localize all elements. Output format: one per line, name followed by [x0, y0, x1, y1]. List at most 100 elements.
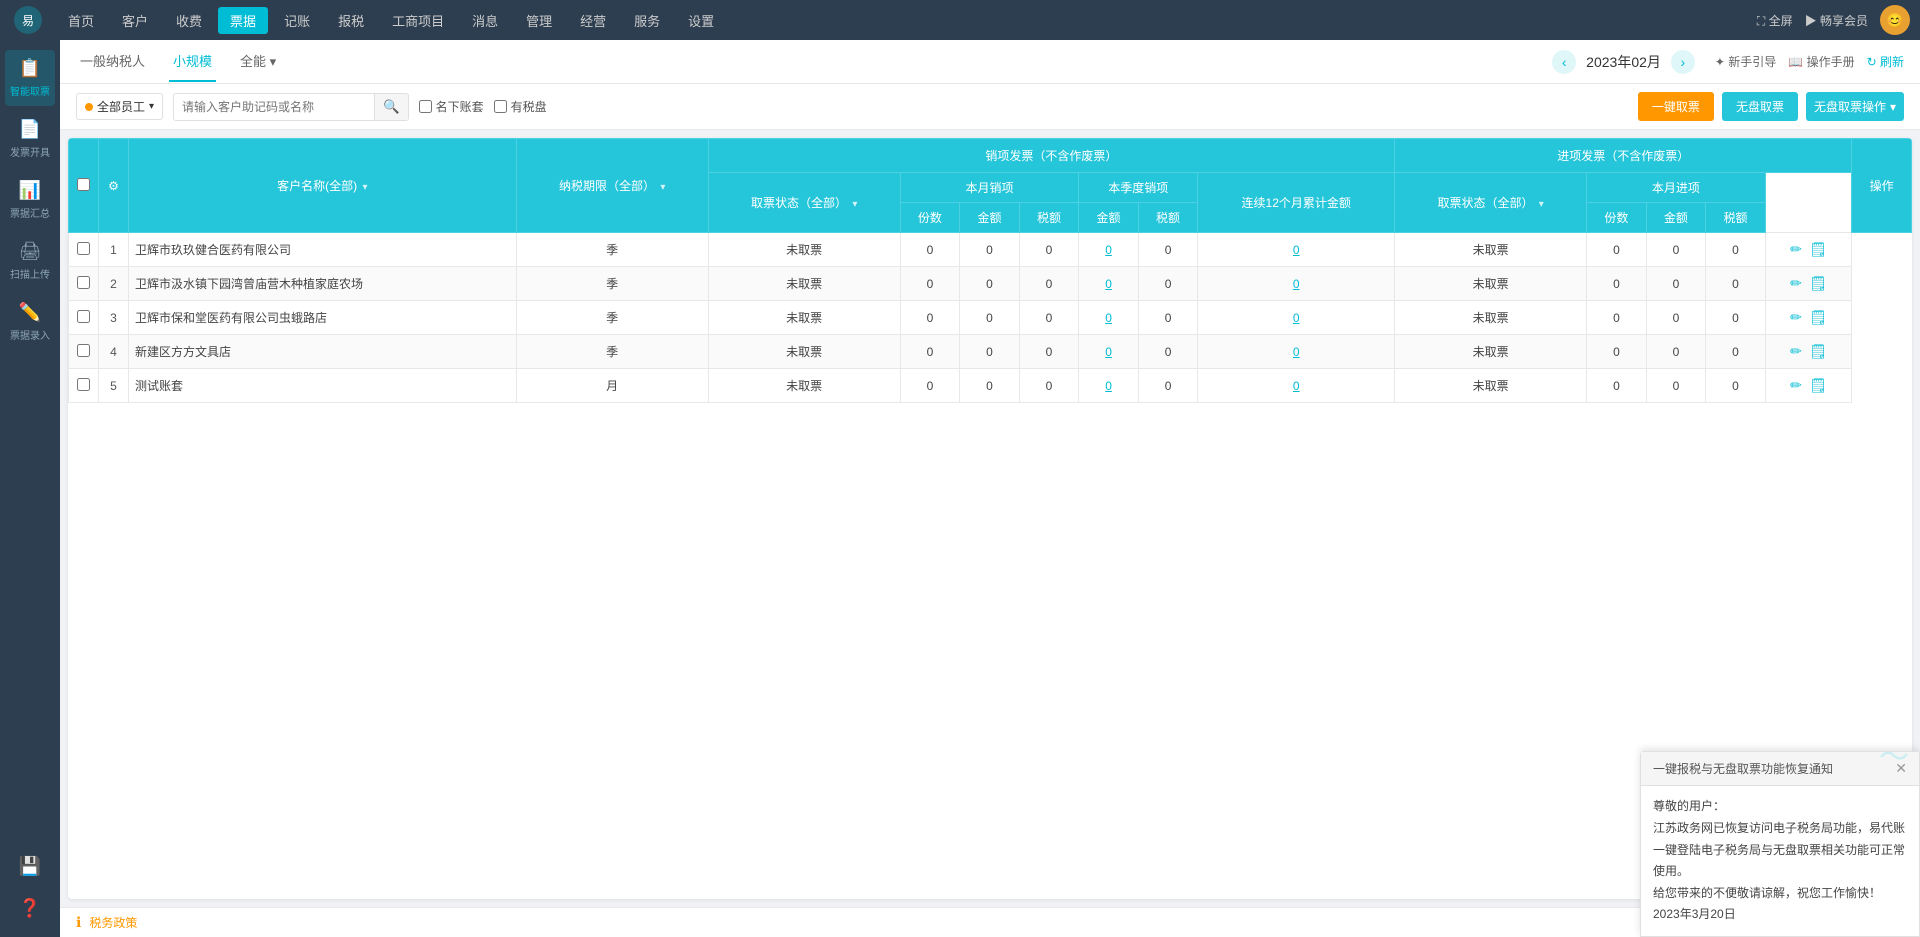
consecutive12-link[interactable]: 0 [1293, 345, 1300, 359]
row-checkbox[interactable] [77, 310, 90, 323]
sales-fetch-filter-icon[interactable]: ▾ [852, 199, 857, 210]
input-fetch-filter-icon[interactable]: ▾ [1539, 199, 1544, 210]
nav-service[interactable]: 服务 [622, 7, 672, 34]
sales-quarter-amount-link[interactable]: 0 [1105, 277, 1112, 291]
sidebar-item-smart-fetch[interactable]: 📋 智能取票 [5, 50, 55, 106]
row-sales-month-count: 0 [900, 369, 960, 403]
tab-all[interactable]: 全能 ▾ [236, 41, 280, 82]
sidebar-item-open-invoice[interactable]: 📄 发票开具 [5, 111, 55, 167]
search-box: 🔍 [173, 93, 409, 121]
next-date-btn[interactable]: › [1671, 50, 1695, 74]
tax-disk-checkbox[interactable]: 有税盘 [494, 98, 547, 115]
nav-message[interactable]: 消息 [460, 7, 510, 34]
row-index: 4 [99, 335, 129, 369]
employee-select[interactable]: 全部员工 ▾ [76, 93, 163, 120]
top-nav-right: ⛶ 全屏 ▶ 畅享会员 😊 [1757, 5, 1910, 35]
consecutive12-link[interactable]: 0 [1293, 277, 1300, 291]
row-action-cell: ✏ 🗒 [1765, 369, 1852, 403]
consecutive12-link[interactable]: 0 [1293, 311, 1300, 325]
row-checkbox[interactable] [77, 378, 90, 391]
nav-settings[interactable]: 设置 [676, 7, 726, 34]
nav-business[interactable]: 工商项目 [380, 7, 456, 34]
notification-panel: 〜 一键报税与无盘取票功能恢复通知 ✕ 尊敬的用户： 江苏政务网已恢复访问电子税… [1640, 751, 1920, 937]
row-input-month-amount: 0 [1646, 267, 1706, 301]
nav-manage[interactable]: 管理 [514, 7, 564, 34]
sidebar-help[interactable]: ❓ [5, 890, 55, 927]
sub-header: 一般纳税人 小规模 全能 ▾ ‹ 2023年02月 › ✦ 新手引导 📖 操作手… [60, 40, 1920, 84]
prev-date-btn[interactable]: ‹ [1552, 50, 1576, 74]
row-sales-quarter-amount: 0 [1079, 301, 1139, 335]
sales-quarter-amount-link[interactable]: 0 [1105, 345, 1112, 359]
consecutive12-link[interactable]: 0 [1293, 379, 1300, 393]
edit-icon[interactable]: ✏ [1790, 377, 1802, 393]
row-input-status: 未取票 [1395, 267, 1587, 301]
sales-quarter-amount-link[interactable]: 0 [1105, 243, 1112, 257]
th-sales-month-count: 份数 [900, 203, 960, 233]
refresh-btn[interactable]: ↻ 刷新 [1867, 53, 1904, 70]
row-checkbox[interactable] [77, 344, 90, 357]
edit-icon[interactable]: ✏ [1790, 275, 1802, 291]
nav-fee[interactable]: 收费 [164, 7, 214, 34]
select-all-checkbox[interactable] [77, 178, 90, 191]
search-input[interactable] [174, 96, 374, 118]
consecutive12-link[interactable]: 0 [1293, 243, 1300, 257]
row-checkbox-cell [69, 301, 99, 335]
my-accounts-checkbox[interactable]: 名下账套 [419, 98, 484, 115]
row-input-month-count: 0 [1587, 301, 1647, 335]
view-icon[interactable]: 🗒 [1809, 343, 1827, 359]
view-icon[interactable]: 🗒 [1809, 275, 1827, 291]
svg-text:易: 易 [22, 14, 34, 28]
edit-icon[interactable]: ✏ [1790, 309, 1802, 325]
sidebar-download[interactable]: 💾 [5, 848, 55, 885]
row-checkbox[interactable] [77, 242, 90, 255]
row-consecutive12: 0 [1198, 369, 1395, 403]
row-index: 1 [99, 233, 129, 267]
no-disk-op-btn[interactable]: 无盘取票操作 ▾ [1806, 92, 1904, 121]
nav-bookkeeping[interactable]: 记账 [272, 7, 322, 34]
avatar[interactable]: 😊 [1880, 5, 1910, 35]
nav-home[interactable]: 首页 [56, 7, 106, 34]
view-icon[interactable]: 🗒 [1809, 309, 1827, 325]
row-sales-status: 未取票 [708, 267, 900, 301]
no-disk-fetch-btn[interactable]: 无盘取票 [1722, 92, 1798, 121]
nav-tax[interactable]: 报税 [326, 7, 376, 34]
tax-disk-check[interactable] [494, 100, 507, 113]
customer-filter-icon[interactable]: ▾ [362, 182, 367, 193]
member-btn[interactable]: ▶ 畅享会员 [1805, 12, 1868, 29]
row-input-month-tax: 0 [1706, 335, 1766, 369]
row-sales-quarter-amount: 0 [1079, 335, 1139, 369]
sidebar-item-entry[interactable]: ✏️ 票据录入 [5, 294, 55, 350]
sidebar-item-scan[interactable]: 🖨 扫描上传 [5, 233, 55, 289]
nav-operation[interactable]: 经营 [568, 7, 618, 34]
sidebar-bottom: 💾 ❓ [5, 848, 55, 927]
sales-quarter-amount-link[interactable]: 0 [1105, 311, 1112, 325]
th-input-month-amount: 金额 [1646, 203, 1706, 233]
row-sales-quarter-amount: 0 [1079, 369, 1139, 403]
edit-icon[interactable]: ✏ [1790, 241, 1802, 257]
new-guide-btn[interactable]: ✦ 新手引导 [1715, 53, 1776, 70]
tab-small-scale[interactable]: 小规模 [169, 41, 216, 82]
sales-quarter-amount-link[interactable]: 0 [1105, 379, 1112, 393]
search-button[interactable]: 🔍 [374, 94, 408, 120]
edit-icon[interactable]: ✏ [1790, 343, 1802, 359]
row-sales-quarter-tax: 0 [1138, 267, 1198, 301]
no-disk-op-label: 无盘取票操作 [1814, 98, 1886, 115]
manual-btn[interactable]: 📖 操作手册 [1788, 53, 1854, 70]
row-customer-name: 新建区方方文具店 [129, 335, 517, 369]
row-tax-period: 季 [516, 233, 708, 267]
sidebar-item-summary[interactable]: 📊 票据汇总 [5, 172, 55, 228]
view-icon[interactable]: 🗒 [1809, 241, 1827, 257]
view-icon[interactable]: 🗒 [1809, 377, 1827, 393]
tab-general-taxpayer[interactable]: 一般纳税人 [76, 41, 149, 82]
tax-policy-link[interactable]: 税务政策 [89, 914, 137, 931]
row-checkbox[interactable] [77, 276, 90, 289]
fullscreen-btn[interactable]: ⛶ 全屏 [1757, 12, 1793, 29]
nav-invoice[interactable]: 票据 [218, 7, 268, 34]
row-checkbox-cell [69, 335, 99, 369]
nav-customer[interactable]: 客户 [110, 7, 160, 34]
top-navigation: 易 首页 客户 收费 票据 记账 报税 工商项目 消息 管理 经营 服务 设置 … [0, 0, 1920, 40]
tax-period-filter-icon[interactable]: ▾ [660, 182, 665, 193]
one-key-fetch-btn[interactable]: 一键取票 [1638, 92, 1714, 121]
my-accounts-check[interactable] [419, 100, 432, 113]
row-sales-month-count: 0 [900, 301, 960, 335]
